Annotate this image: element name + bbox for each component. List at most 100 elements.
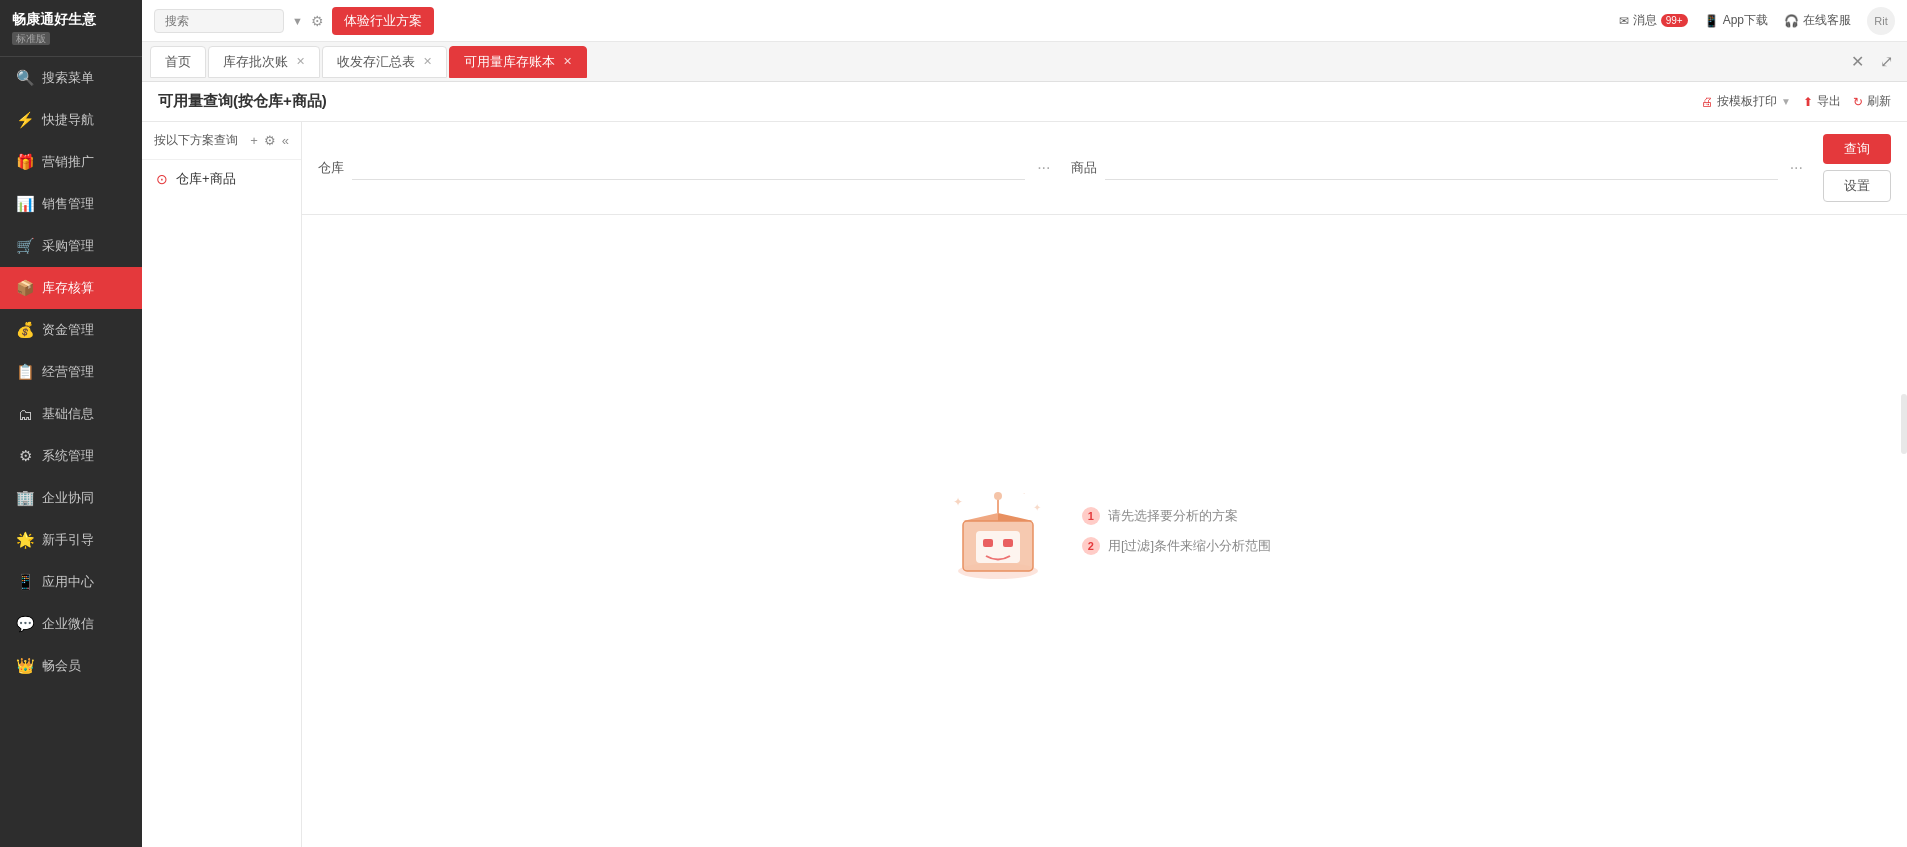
settings-scheme-icon[interactable]: ⚙ [264, 133, 276, 148]
sidebar-label-basic: 基础信息 [42, 405, 94, 423]
basic-icon: 🗂 [16, 406, 34, 423]
tab-2[interactable]: 收发存汇总表 ✕ [322, 46, 447, 78]
svg-text:·: · [1023, 489, 1025, 498]
warehouse-filter-field: 仓库 ··· [318, 156, 1055, 180]
sidebar-label-purchase: 采购管理 [42, 237, 94, 255]
sidebar-label-shortcut: 快捷导航 [42, 111, 94, 129]
sidebar-label-system: 系统管理 [42, 447, 94, 465]
sidebar-label-operation: 经营管理 [42, 363, 94, 381]
empty-step2: 2 用[过滤]条件来缩小分析范围 [1082, 537, 1271, 555]
svg-rect-5 [976, 531, 1020, 563]
enterprise-icon: 🏢 [16, 489, 34, 507]
scheme-header-actions: + ⚙ « [250, 133, 289, 148]
sidebar-item-marketing[interactable]: 🎁 营销推广 [0, 141, 142, 183]
step1-num: 1 [1082, 507, 1100, 525]
newbie-icon: 🌟 [16, 531, 34, 549]
add-scheme-icon[interactable]: + [250, 133, 258, 148]
product-label: 商品 [1071, 159, 1097, 177]
message-icon: ✉ [1619, 14, 1629, 28]
app-logo: 畅康通好生意 标准版 [0, 0, 142, 57]
print-icon: 🖨 [1701, 95, 1713, 109]
online-service-item[interactable]: 🎧 在线客服 [1784, 12, 1851, 29]
sidebar-item-wechat[interactable]: 💬 企业微信 [0, 603, 142, 645]
warehouse-label: 仓库 [318, 159, 344, 177]
product-more-icon[interactable]: ··· [1786, 159, 1807, 177]
tab-close-2[interactable]: ✕ [423, 55, 432, 68]
close-tab-button[interactable]: ✕ [1845, 50, 1870, 73]
sidebar-item-operation[interactable]: 📋 经营管理 [0, 351, 142, 393]
scheme-item-label: 仓库+商品 [176, 170, 236, 188]
warehouse-more-icon[interactable]: ··· [1033, 159, 1054, 177]
message-item[interactable]: ✉ 消息 99+ [1619, 12, 1688, 29]
sidebar-label-finance: 资金管理 [42, 321, 94, 339]
system-icon: ⚙ [16, 447, 34, 465]
tab-close-3[interactable]: ✕ [563, 55, 572, 68]
tabbar-right: ✕ ⤢ [1845, 50, 1899, 73]
online-service-label: 在线客服 [1803, 12, 1851, 29]
tabbar: 首页库存批次账✕ 收发存汇总表 ✕ 可用量库存账本 ✕ ✕ ⤢ [142, 42, 1907, 82]
refresh-button[interactable]: ↻ 刷新 [1853, 93, 1891, 110]
print-template-button[interactable]: 🖨 按模板打印 ▼ [1701, 93, 1791, 110]
mobile-icon: 📱 [1704, 14, 1719, 28]
scheme-item-icon: ⊙ [156, 171, 168, 187]
message-label: 消息 [1633, 12, 1657, 29]
sidebar-item-appstore[interactable]: 📱 应用中心 [0, 561, 142, 603]
print-chevron-icon[interactable]: ▼ [1781, 96, 1791, 107]
shortcut-icon: ⚡ [16, 111, 34, 129]
member-icon: 👑 [16, 657, 34, 675]
sidebar-item-inventory[interactable]: 📦 库存核算 [0, 267, 142, 309]
finance-icon: 💰 [16, 321, 34, 339]
product-input[interactable] [1105, 156, 1778, 180]
scheme-panel: 按以下方案查询 + ⚙ « ⊙ 仓库+商品 [142, 122, 302, 847]
sidebar-label-search: 搜索菜单 [42, 69, 94, 87]
sidebar-item-purchase[interactable]: 🛒 采购管理 [0, 225, 142, 267]
scheme-header-label: 按以下方案查询 [154, 132, 238, 149]
app-download-item[interactable]: 📱 App下载 [1704, 12, 1768, 29]
svg-marker-3 [998, 513, 1033, 521]
sidebar-item-member[interactable]: 👑 畅会员 [0, 645, 142, 687]
sidebar-item-enterprise[interactable]: 🏢 企业协同 [0, 477, 142, 519]
sidebar-item-sales[interactable]: 📊 销售管理 [0, 183, 142, 225]
inventory-icon: 📦 [16, 279, 34, 297]
sidebar-label-appstore: 应用中心 [42, 573, 94, 591]
sidebar-item-newbie[interactable]: 🌟 新手引导 [0, 519, 142, 561]
tab-1[interactable]: 库存批次账✕ [208, 46, 320, 78]
tab-label-0: 首页 [165, 53, 191, 71]
sidebar-item-system[interactable]: ⚙ 系统管理 [0, 435, 142, 477]
maximize-button[interactable]: ⤢ [1874, 50, 1899, 73]
gear-icon[interactable]: ⚙ [311, 13, 324, 29]
tab-label-2: 收发存汇总表 [337, 53, 415, 71]
export-label: 导出 [1817, 93, 1841, 110]
sidebar-item-shortcut[interactable]: ⚡ 快捷导航 [0, 99, 142, 141]
export-button[interactable]: ⬆ 导出 [1803, 93, 1841, 110]
avatar[interactable]: Rit [1867, 7, 1895, 35]
tab-3[interactable]: 可用量库存账本 ✕ [449, 46, 587, 78]
scrollbar[interactable] [1901, 394, 1907, 454]
tab-0[interactable]: 首页 [150, 46, 206, 78]
sales-icon: 📊 [16, 195, 34, 213]
filter-area: 仓库 ··· 商品 ··· 查询 设置 [302, 122, 1907, 215]
tab-label-3: 可用量库存账本 [464, 53, 555, 71]
chevron-down-icon[interactable]: ▼ [292, 15, 303, 27]
operation-icon: 📋 [16, 363, 34, 381]
query-button[interactable]: 查询 [1823, 134, 1891, 164]
svg-rect-7 [1003, 539, 1013, 547]
sidebar-item-finance[interactable]: 💰 资金管理 [0, 309, 142, 351]
scheme-item-warehouse-product[interactable]: ⊙ 仓库+商品 [142, 160, 301, 198]
empty-text: 1 请先选择要分析的方案 2 用[过滤]条件来缩小分析范围 [1082, 507, 1271, 555]
collapse-scheme-icon[interactable]: « [282, 133, 289, 148]
headset-icon: 🎧 [1784, 14, 1799, 28]
warehouse-input[interactable] [352, 156, 1025, 180]
tab-close-1[interactable]: ✕ [296, 55, 305, 68]
sidebar-item-search[interactable]: 🔍 搜索菜单 [0, 57, 142, 99]
user-name: Rit [1874, 15, 1887, 27]
export-icon: ⬆ [1803, 95, 1813, 109]
app-download-label: App下载 [1723, 12, 1768, 29]
setting-button[interactable]: 设置 [1823, 170, 1891, 202]
industry-button[interactable]: 体验行业方案 [332, 7, 434, 35]
empty-illustration: ✦ ✦ · [938, 471, 1058, 591]
sidebar-label-sales: 销售管理 [42, 195, 94, 213]
marketing-icon: 🎁 [16, 153, 34, 171]
search-input[interactable] [154, 9, 284, 33]
sidebar-item-basic[interactable]: 🗂 基础信息 [0, 393, 142, 435]
